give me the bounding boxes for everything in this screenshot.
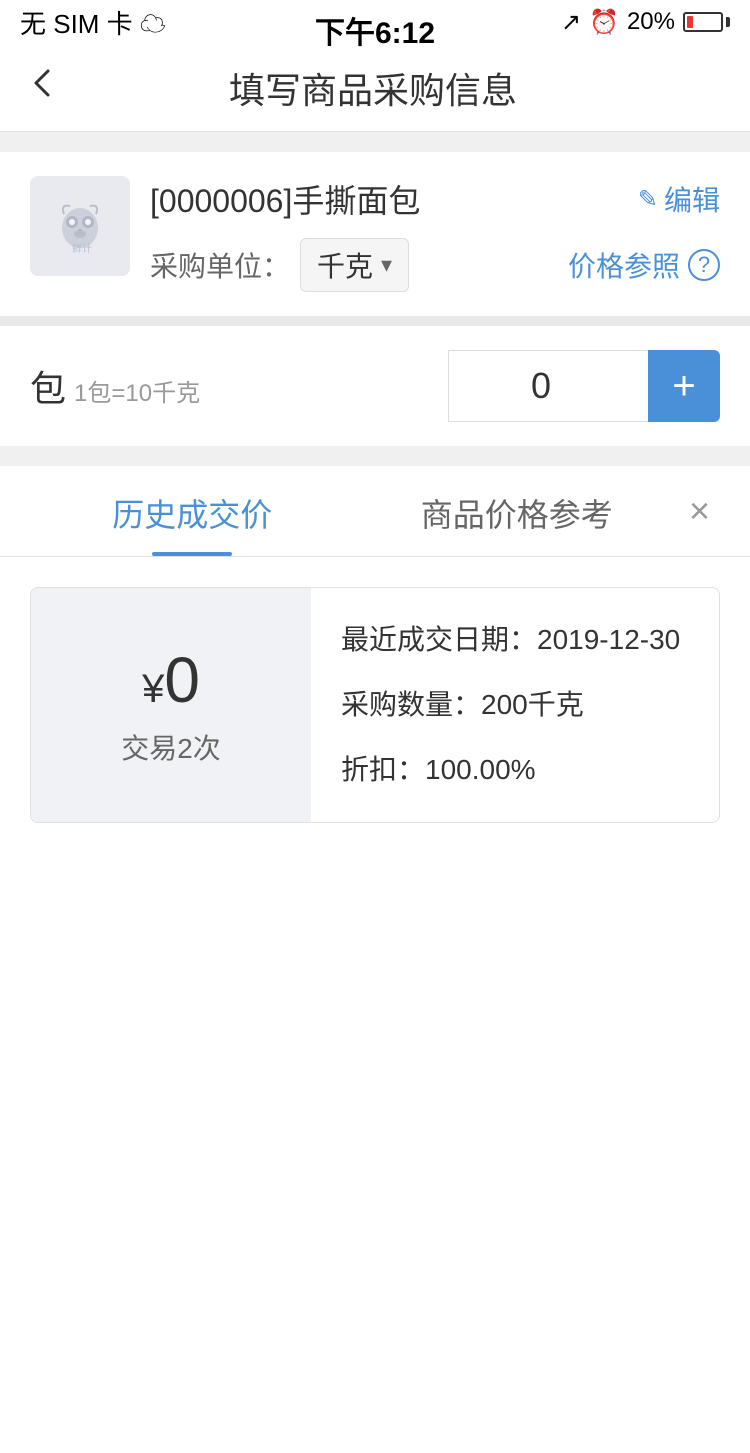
product-info: [0000006]手撕面包 ✎ 编辑 采购单位： 千克 ▾ 价格参照 ?: [150, 176, 720, 292]
tab-product-price-label: 商品价格参考: [421, 497, 613, 533]
product-title: 手撕面包: [292, 183, 420, 219]
quantity-row: 包 1包=10千克 +: [0, 326, 750, 446]
price-panel-tabs: 历史成交价 商品价格参考 ×: [0, 466, 750, 557]
edit-label: 编辑: [664, 179, 720, 219]
unit-label: 采购单位：: [150, 245, 290, 285]
discount-line: 折扣：100.00%: [341, 748, 689, 793]
svg-text:鲜计: 鲜计: [72, 242, 92, 255]
quantity-input-area: +: [220, 350, 720, 422]
discount-value: 100.00%: [425, 754, 536, 785]
location-icon: ↗: [561, 8, 581, 37]
quantity-plus-button[interactable]: +: [648, 350, 720, 422]
page-title: 填写商品采购信息: [80, 62, 666, 114]
quantity-unit-main: 包: [30, 360, 66, 412]
currency-symbol: ¥: [142, 667, 164, 711]
product-id: [0000006]: [150, 183, 292, 219]
section-divider: [0, 316, 750, 326]
signal-text: 无 SIM 卡 ☁: [20, 4, 166, 41]
tab-history-price[interactable]: 历史成交价: [30, 466, 354, 556]
dropdown-arrow-icon: ▾: [381, 252, 392, 278]
price-ref-label: 价格参照: [568, 245, 680, 285]
edit-button[interactable]: ✎ 编辑: [638, 179, 720, 219]
nav-bar: 填写商品采购信息: [0, 44, 750, 132]
product-name: [0000006]手撕面包: [150, 176, 420, 222]
price-history-right: 最近成交日期：2019-12-30 采购数量：200千克 折扣：100.00%: [311, 588, 719, 822]
page-bottom: [0, 853, 750, 1453]
quantity-unit-label: 包 1包=10千克: [30, 360, 200, 412]
price-ref-link[interactable]: 价格参照 ?: [568, 245, 720, 285]
recent-date-label: 最近成交日期：: [341, 624, 537, 655]
battery-tip: [726, 17, 730, 27]
price-history-left: ¥0 交易2次: [31, 588, 311, 822]
price-panel-close-button[interactable]: ×: [679, 480, 720, 542]
product-card: 鲜计 [0000006]手撕面包 ✎ 编辑 采购单位： 千克 ▾: [0, 152, 750, 316]
quantity-label: 采购数量：: [341, 689, 481, 720]
quantity-input[interactable]: [448, 350, 648, 422]
product-header: 鲜计 [0000006]手撕面包 ✎ 编辑 采购单位： 千克 ▾: [30, 176, 720, 292]
alarm-icon: ⏰: [589, 8, 619, 37]
status-left: 无 SIM 卡 ☁: [20, 4, 166, 41]
product-unit-row: 采购单位： 千克 ▾ 价格参照 ?: [150, 238, 720, 292]
price-display: ¥0: [142, 643, 200, 717]
unit-section: 采购单位： 千克 ▾: [150, 238, 409, 292]
edit-icon: ✎: [638, 185, 658, 214]
unit-value: 千克: [317, 245, 373, 285]
product-name-row: [0000006]手撕面包 ✎ 编辑: [150, 176, 720, 222]
status-bar: 无 SIM 卡 ☁ 下午6:12 ↗ ⏰ 20%: [0, 0, 750, 44]
price-amount: 0: [164, 644, 200, 716]
back-button[interactable]: [24, 65, 60, 111]
price-ref-help-icon: ?: [688, 249, 720, 281]
status-right: ↗ ⏰ 20%: [561, 8, 730, 37]
discount-label: 折扣：: [341, 754, 425, 785]
status-time: 下午6:12: [315, 8, 435, 52]
price-history-card: ¥0 交易2次 最近成交日期：2019-12-30 采购数量：200千克 折扣：…: [30, 587, 720, 823]
battery-fill: [687, 16, 693, 28]
quantity-unit-sub: 1包=10千克: [74, 373, 200, 408]
battery-icon: [683, 12, 730, 32]
price-panel: 历史成交价 商品价格参考 × ¥0 交易2次 最近成交日期：2019-12-30…: [0, 466, 750, 853]
trade-count: 交易2次: [121, 727, 221, 767]
battery-body: [683, 12, 723, 32]
recent-date-value: 2019-12-30: [537, 624, 680, 655]
price-content: ¥0 交易2次 最近成交日期：2019-12-30 采购数量：200千克 折扣：…: [0, 557, 750, 853]
quantity-value: 200千克: [481, 689, 584, 720]
recent-date-line: 最近成交日期：2019-12-30: [341, 618, 689, 663]
tab-product-price-ref[interactable]: 商品价格参考: [354, 466, 678, 556]
purchase-quantity-line: 采购数量：200千克: [341, 683, 689, 728]
tab-history-label: 历史成交价: [112, 497, 272, 533]
unit-select-dropdown[interactable]: 千克 ▾: [300, 238, 409, 292]
close-icon: ×: [689, 490, 710, 531]
battery-percent: 20%: [627, 8, 675, 36]
product-logo-icon: 鲜计: [50, 196, 110, 256]
product-thumbnail: 鲜计: [30, 176, 130, 276]
